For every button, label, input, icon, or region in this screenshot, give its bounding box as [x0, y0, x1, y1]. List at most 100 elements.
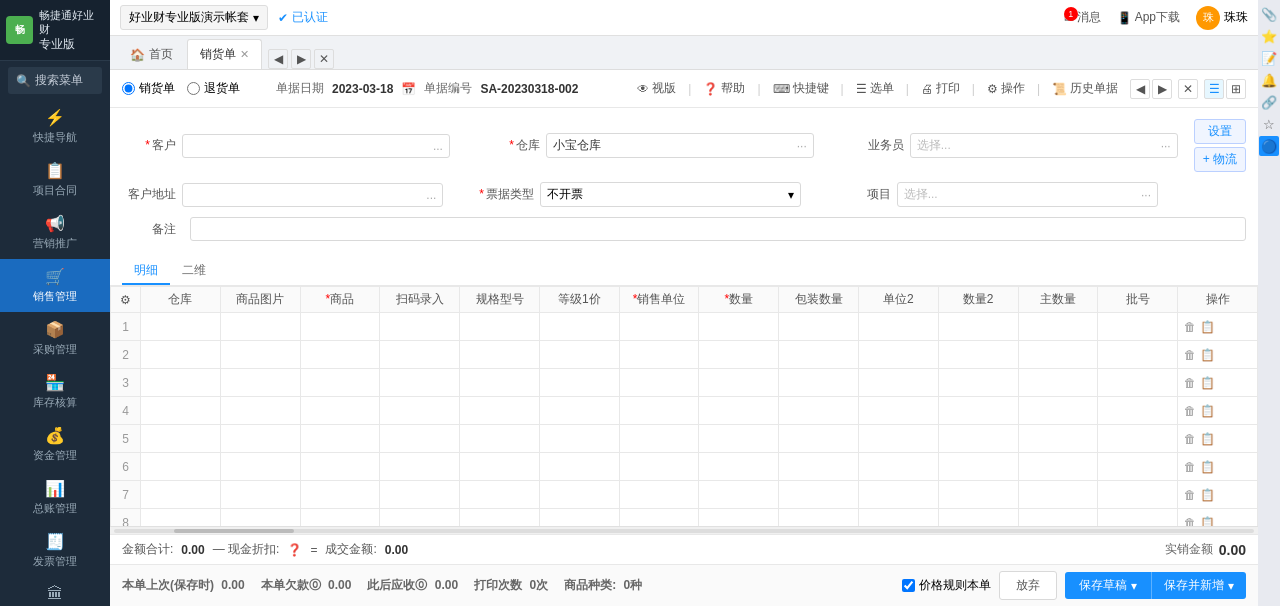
cell-batch-5[interactable]	[1098, 425, 1178, 453]
cell-qty2-8[interactable]	[938, 509, 1018, 527]
cell-img-8[interactable]	[220, 509, 300, 527]
sidebar-item-general[interactable]: 📊 总账管理	[0, 471, 110, 524]
cell-unit-1[interactable]	[619, 313, 699, 341]
cell-img-1[interactable]	[220, 313, 300, 341]
sidebar-item-quick-nav[interactable]: ⚡ 快捷导航	[0, 100, 110, 153]
cell-pack-6[interactable]	[779, 453, 859, 481]
cell-unit2-3[interactable]	[859, 369, 939, 397]
cell-warehouse-4[interactable]	[141, 397, 221, 425]
cell-spec-1[interactable]	[460, 313, 540, 341]
abandon-button[interactable]: 放弃	[999, 571, 1057, 600]
cell-qty2-4[interactable]	[938, 397, 1018, 425]
cell-goods-6[interactable]	[300, 453, 380, 481]
staff-input[interactable]: 选择... ···	[910, 133, 1178, 158]
ops-action[interactable]: ⚙ 操作	[981, 78, 1031, 99]
cell-spec-3[interactable]	[460, 369, 540, 397]
cell-goods-4[interactable]	[300, 397, 380, 425]
tab-nav-close[interactable]: ✕	[314, 49, 334, 69]
delete-icon-8[interactable]: 🗑	[1184, 516, 1196, 527]
delete-icon-4[interactable]: 🗑	[1184, 404, 1196, 418]
cell-scan-7[interactable]	[380, 481, 460, 509]
horizontal-scrollbar[interactable]	[110, 526, 1258, 534]
cell-pack-5[interactable]	[779, 425, 859, 453]
cell-ops-4[interactable]: 🗑 📋	[1178, 397, 1258, 425]
cell-warehouse-2[interactable]	[141, 341, 221, 369]
cell-pack-1[interactable]	[779, 313, 859, 341]
project-input[interactable]: 选择... ···	[897, 182, 1158, 207]
rp-icon-4[interactable]: 🔔	[1259, 70, 1279, 90]
radio-return-input[interactable]	[187, 82, 200, 95]
sidebar-item-sales[interactable]: 🛒 销售管理	[0, 259, 110, 312]
cell-qty-3[interactable]	[699, 369, 779, 397]
cell-price1-3[interactable]	[539, 369, 619, 397]
sidebar-item-inventory[interactable]: 🏪 库存核算	[0, 365, 110, 418]
cell-unit2-1[interactable]	[859, 313, 939, 341]
help-action[interactable]: ❓ 帮助	[697, 78, 751, 99]
cell-pack-7[interactable]	[779, 481, 859, 509]
cell-scan-4[interactable]	[380, 397, 460, 425]
cell-price1-7[interactable]	[539, 481, 619, 509]
cell-qty2-2[interactable]	[938, 341, 1018, 369]
cell-ops-7[interactable]: 🗑 📋	[1178, 481, 1258, 509]
project-dots[interactable]: ···	[1141, 188, 1151, 202]
cell-scan-6[interactable]	[380, 453, 460, 481]
shortcut-action[interactable]: ⌨ 快捷键	[767, 78, 835, 99]
cell-warehouse-3[interactable]	[141, 369, 221, 397]
delete-icon-1[interactable]: 🗑	[1184, 320, 1196, 334]
cell-spec-6[interactable]	[460, 453, 540, 481]
cell-batch-6[interactable]	[1098, 453, 1178, 481]
cell-batch-4[interactable]	[1098, 397, 1178, 425]
select-action[interactable]: ☰ 选单	[850, 78, 900, 99]
cell-batch-7[interactable]	[1098, 481, 1178, 509]
print-action[interactable]: 🖨 打印	[915, 78, 966, 99]
customer-input[interactable]: ...	[182, 134, 450, 158]
discount-help-icon[interactable]: ❓	[287, 543, 302, 557]
cell-goods-1[interactable]	[300, 313, 380, 341]
rp-icon-7[interactable]: 🔵	[1259, 136, 1279, 156]
cell-scan-2[interactable]	[380, 341, 460, 369]
cell-unit2-8[interactable]	[859, 509, 939, 527]
history-action[interactable]: 📜 历史单据	[1046, 78, 1124, 99]
cell-warehouse-5[interactable]	[141, 425, 221, 453]
form-close-icon[interactable]: ✕	[1178, 79, 1198, 99]
cell-price1-8[interactable]	[539, 509, 619, 527]
cell-qty2-5[interactable]	[938, 425, 1018, 453]
material-button[interactable]: + 物流	[1194, 147, 1246, 172]
radio-sales[interactable]: 销货单	[122, 80, 175, 97]
cell-img-3[interactable]	[220, 369, 300, 397]
cell-main-qty-8[interactable]	[1018, 509, 1098, 527]
cell-pack-3[interactable]	[779, 369, 859, 397]
delete-icon-5[interactable]: 🗑	[1184, 432, 1196, 446]
copy-icon-2[interactable]: 📋	[1200, 348, 1215, 362]
form-nav-prev[interactable]: ◀	[1130, 79, 1150, 99]
user-menu[interactable]: 珠 珠珠	[1196, 6, 1248, 30]
cell-batch-2[interactable]	[1098, 341, 1178, 369]
calendar-icon[interactable]: 📅	[401, 82, 416, 96]
save-draft-button[interactable]: 保存草稿 ▾	[1065, 572, 1151, 599]
form-nav-next[interactable]: ▶	[1152, 79, 1172, 99]
cell-pack-8[interactable]	[779, 509, 859, 527]
cell-unit-2[interactable]	[619, 341, 699, 369]
cell-img-2[interactable]	[220, 341, 300, 369]
remark-input[interactable]	[190, 217, 1246, 241]
cell-goods-5[interactable]	[300, 425, 380, 453]
warehouse-input[interactable]: 小宝仓库 ···	[546, 133, 814, 158]
cell-goods-3[interactable]	[300, 369, 380, 397]
cell-spec-5[interactable]	[460, 425, 540, 453]
price-rule-check-input[interactable]	[902, 579, 915, 592]
sidebar-item-invoice[interactable]: 🧾 发票管理	[0, 524, 110, 577]
message-button[interactable]: ✉ 1 消息	[1064, 9, 1101, 26]
cell-img-4[interactable]	[220, 397, 300, 425]
tab-mingxi[interactable]: 明细	[122, 258, 170, 285]
cell-img-5[interactable]	[220, 425, 300, 453]
cell-main-qty-4[interactable]	[1018, 397, 1098, 425]
tab-erwei[interactable]: 二维	[170, 258, 218, 285]
tab-close-icon[interactable]: ✕	[240, 48, 249, 61]
tab-nav-next[interactable]: ▶	[291, 49, 311, 69]
cell-warehouse-7[interactable]	[141, 481, 221, 509]
cell-main-qty-2[interactable]	[1018, 341, 1098, 369]
cell-qty-2[interactable]	[699, 341, 779, 369]
cell-price1-4[interactable]	[539, 397, 619, 425]
cell-unit2-5[interactable]	[859, 425, 939, 453]
save-new-button[interactable]: 保存并新增 ▾	[1151, 572, 1246, 599]
